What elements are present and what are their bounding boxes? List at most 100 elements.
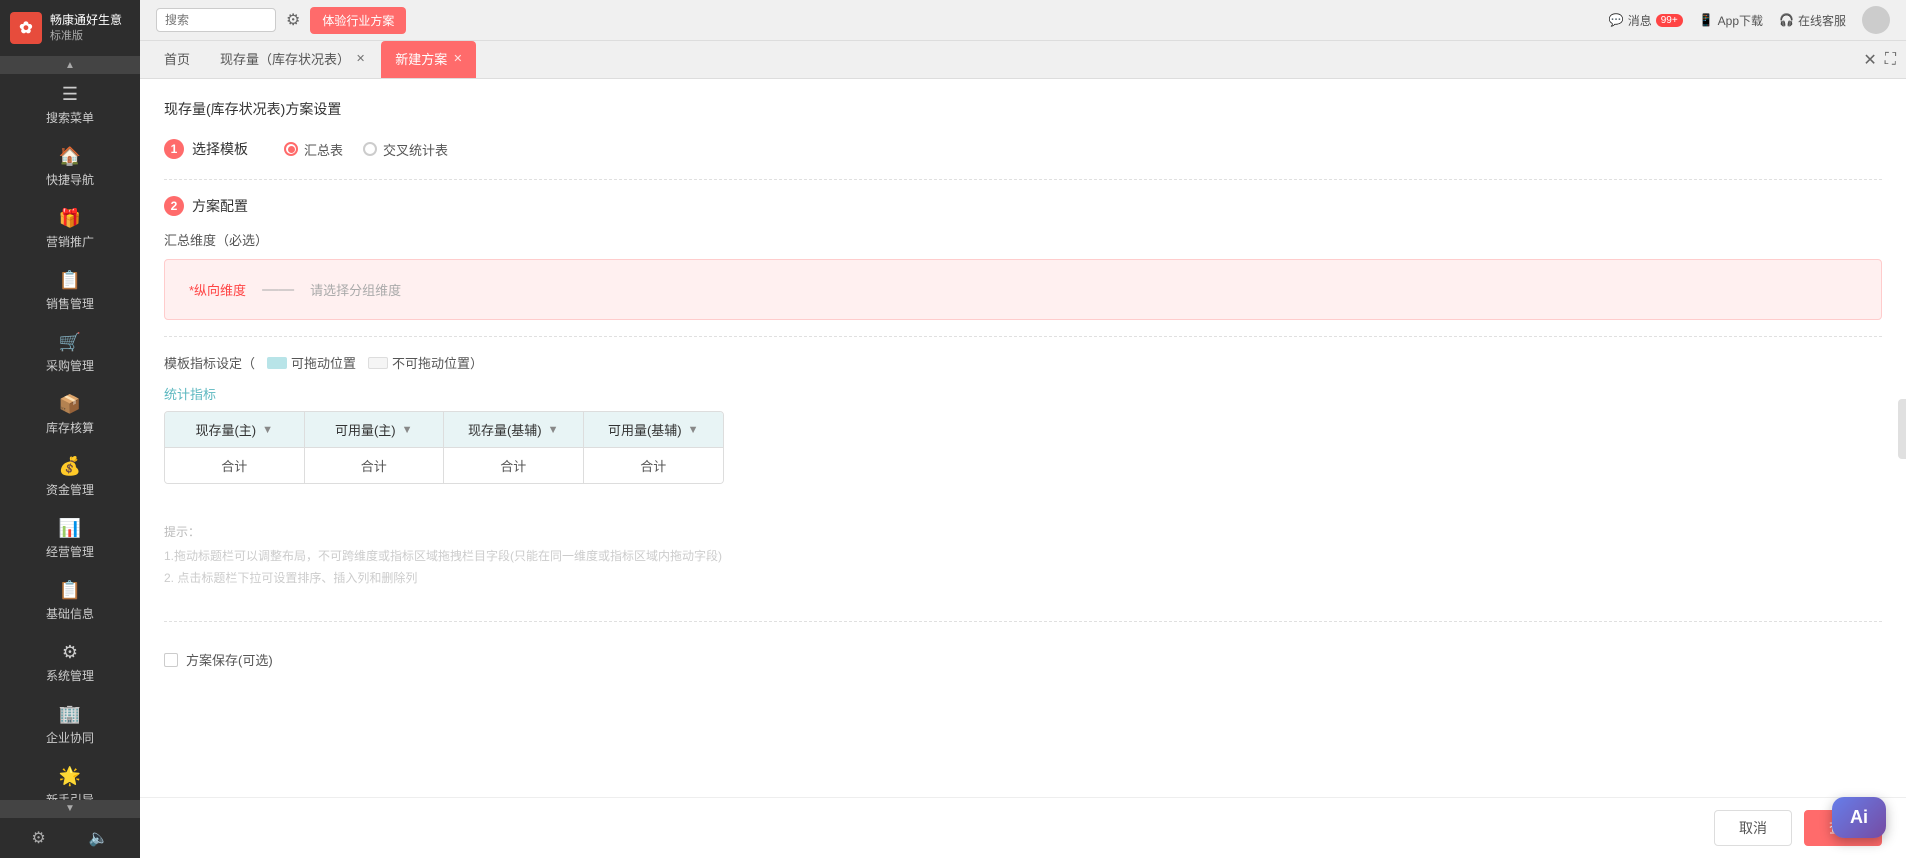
dimension-placeholder: 请选择分组维度 (310, 280, 401, 299)
stats-body-col-3-cell: 合计 (444, 448, 584, 483)
inventory-icon: 📦 (59, 394, 81, 415)
sales-icon: 📋 (59, 270, 81, 291)
stats-col-4-header[interactable]: 可用量(基辅) ▼ (584, 412, 724, 447)
stats-col-4: 可用量(基辅) ▼ (584, 412, 724, 447)
tab-home[interactable]: 首页 (150, 41, 204, 78)
draggable-legend: 可拖动位置 (267, 353, 356, 372)
app-download-icon: 📱 (1699, 13, 1714, 27)
summary-dimension-label: 汇总维度（必选） (164, 230, 1882, 249)
sidebar-item-enterprise[interactable]: 🏢 企业协同 (0, 694, 140, 756)
stats-col-1: 现存量(主) ▼ (165, 412, 305, 447)
tab-new-plan[interactable]: 新建方案 ✕ (381, 41, 476, 78)
topbar-left: ⚙ 体验行业方案 (156, 7, 406, 34)
stats-col-2-header[interactable]: 可用量(主) ▼ (305, 412, 445, 447)
stats-body-col-1: 合计 (165, 448, 305, 483)
section2-title: 方案配置 (192, 196, 248, 216)
tip1: 1.拖动标题栏可以调整布局，不可跨维度或指标区域拖拽栏目字段(只能在同一维度或指… (164, 546, 1882, 568)
section-plan-config: 2 方案配置 汇总维度（必选） *纵向维度 —— 请选择分组维度 模板指标设定（… (164, 196, 1882, 601)
app-download-button[interactable]: 📱 App下载 (1699, 12, 1763, 29)
footer: 取消 查询 (140, 797, 1906, 858)
tab-close-all-button[interactable]: ✕ (1863, 50, 1876, 70)
tips-title: 提示： (164, 523, 1882, 540)
page-title: 现存量(库存状况表)方案设置 (164, 99, 1882, 119)
cancel-button[interactable]: 取消 (1714, 810, 1792, 846)
radio-summary[interactable]: 汇总表 (284, 140, 343, 159)
divider-2 (164, 336, 1882, 337)
topbar-settings-icon[interactable]: ⚙ (286, 10, 300, 30)
radio-summary-dot (284, 142, 298, 156)
tab-expand-button[interactable]: ⛶ (1885, 51, 1896, 69)
sidebar: ✿ 畅康通好生意 标准版 ▲ ☰ 搜索菜单 🏠 快捷导航 🎁 营销推广 📋 销售… (0, 0, 140, 858)
draggable-legend-box (267, 357, 287, 369)
finance-icon: 💰 (59, 456, 81, 477)
audio-bottom-icon[interactable]: 🔈 (89, 828, 109, 848)
sidebar-item-marketing[interactable]: 🎁 营销推广 (0, 198, 140, 260)
col4-chevron-icon: ▼ (688, 424, 699, 436)
message-button[interactable]: 💬 消息 99+ (1609, 12, 1683, 29)
template-options: 汇总表 交叉统计表 (284, 140, 448, 159)
sidebar-bottom: ⚙ 🔈 (0, 817, 140, 858)
sidebar-scroll-up[interactable]: ▲ (0, 57, 140, 74)
divider-1 (164, 179, 1882, 180)
tab-new-plan-close[interactable]: ✕ (453, 52, 462, 65)
sidebar-nav: ☰ 搜索菜单 🏠 快捷导航 🎁 营销推广 📋 销售管理 🛒 采购管理 📦 库存核… (0, 74, 140, 800)
stats-col-1-header[interactable]: 现存量(主) ▼ (165, 412, 305, 447)
tab-inventory[interactable]: 现存量（库存状况表） ✕ (206, 41, 379, 78)
topbar: ⚙ 体验行业方案 💬 消息 99+ 📱 App下载 🎧 在线客服 (140, 0, 1906, 41)
user-avatar[interactable] (1862, 6, 1890, 34)
content-area: 现存量(库存状况表)方案设置 1 选择模板 汇总表 交叉统计表 (140, 79, 1906, 797)
tips-section: 提示： 1.拖动标题栏可以调整布局，不可跨维度或指标区域拖拽栏目字段(只能在同一… (164, 511, 1882, 601)
sidebar-logo: ✿ 畅康通好生意 标准版 (0, 0, 140, 57)
indicators-setting: 模板指标设定（ 可拖动位置 不可拖动位置） (164, 353, 1882, 372)
draggable-label: 可拖动位置 (291, 353, 356, 372)
tab-inventory-close[interactable]: ✕ (356, 52, 365, 65)
sidebar-item-quick-nav[interactable]: 🏠 快捷导航 (0, 136, 140, 198)
app-name: 畅康通好生意 标准版 (50, 13, 122, 43)
online-service-button[interactable]: 🎧 在线客服 (1779, 12, 1846, 29)
quick-nav-icon: 🏠 (59, 146, 81, 167)
divider-3 (164, 621, 1882, 622)
search-menu-icon: ☰ (62, 84, 78, 105)
right-edge-handle[interactable] (1898, 399, 1906, 459)
stats-body-col-2: 合计 (305, 448, 445, 483)
topbar-right: 💬 消息 99+ 📱 App下载 🎧 在线客服 (1609, 6, 1890, 34)
newcomer-icon: 🌟 (59, 766, 81, 787)
stats-section-label: 统计指标 (164, 384, 1882, 403)
section1-number: 1 (164, 139, 184, 159)
section2-header: 2 方案配置 (164, 196, 1882, 216)
stats-table-header: 现存量(主) ▼ 可用量(主) ▼ 现存量(基辅) ▼ (165, 412, 723, 447)
sidebar-item-operation[interactable]: 📊 经营管理 (0, 508, 140, 570)
save-checkbox[interactable] (164, 653, 178, 667)
operation-icon: 📊 (59, 518, 81, 539)
app-logo-icon: ✿ (10, 12, 42, 44)
section-choose-template: 1 选择模板 汇总表 交叉统计表 (164, 139, 1882, 159)
radio-crosstab[interactable]: 交叉统计表 (363, 140, 448, 159)
sidebar-item-system[interactable]: ⚙ 系统管理 (0, 632, 140, 694)
sidebar-scroll-down[interactable]: ▼ (0, 800, 140, 817)
settings-bottom-icon[interactable]: ⚙ (31, 828, 45, 848)
main-area: ⚙ 体验行业方案 💬 消息 99+ 📱 App下载 🎧 在线客服 首页 (140, 0, 1906, 858)
col1-chevron-icon: ▼ (262, 424, 273, 436)
sidebar-item-newcomer[interactable]: 🌟 新手引导 (0, 756, 140, 800)
trial-button[interactable]: 体验行业方案 (310, 7, 406, 34)
sidebar-item-inventory[interactable]: 📦 库存核算 (0, 384, 140, 446)
system-icon: ⚙ (62, 642, 78, 663)
stats-body-col-2-cell: 合计 (305, 448, 445, 483)
dimension-row[interactable]: *纵向维度 —— 请选择分组维度 (164, 259, 1882, 320)
stats-col-2: 可用量(主) ▼ (305, 412, 445, 447)
radio-crosstab-dot (363, 142, 377, 156)
marketing-icon: 🎁 (59, 208, 81, 229)
stats-body-col-4-cell: 合计 (584, 448, 724, 483)
stats-col-3-header[interactable]: 现存量(基辅) ▼ (444, 412, 584, 447)
sidebar-item-search-menu[interactable]: ☰ 搜索菜单 (0, 74, 140, 136)
non-draggable-label: 不可拖动位置） (392, 353, 483, 372)
sidebar-item-basic-info[interactable]: 📋 基础信息 (0, 570, 140, 632)
sidebar-item-sales[interactable]: 📋 销售管理 (0, 260, 140, 322)
topbar-search-input[interactable] (156, 8, 276, 32)
tip2: 2. 点击标题栏下拉可设置排序、插入列和删除列 (164, 568, 1882, 590)
basic-info-icon: 📋 (59, 580, 81, 601)
ai-float-button[interactable]: Ai (1832, 797, 1886, 838)
sidebar-item-finance[interactable]: 💰 资金管理 (0, 446, 140, 508)
sidebar-item-purchase[interactable]: 🛒 采购管理 (0, 322, 140, 384)
online-service-icon: 🎧 (1779, 13, 1794, 27)
